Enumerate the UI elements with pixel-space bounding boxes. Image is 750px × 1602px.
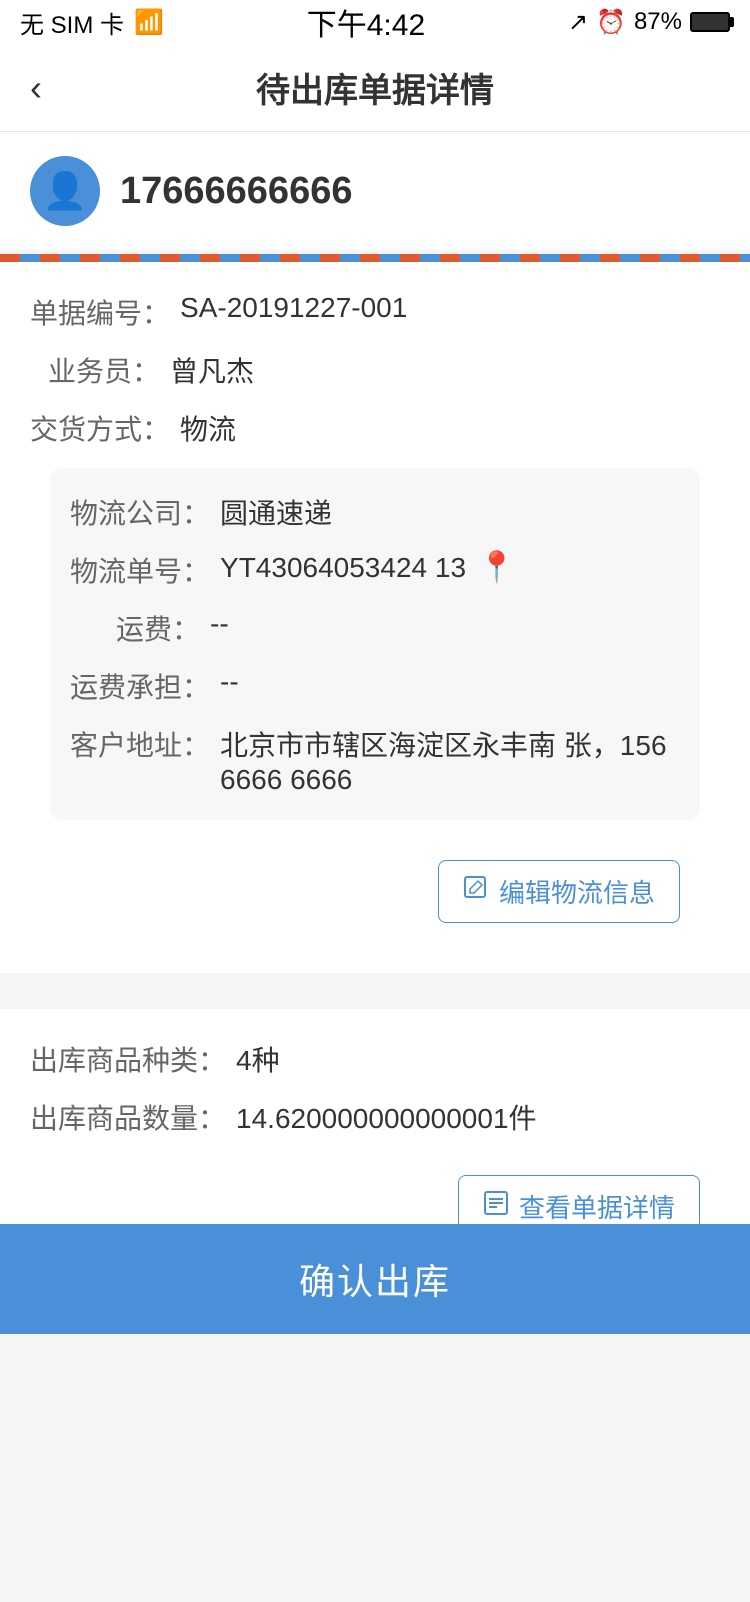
goods-category-label: 出库商品种类： [30, 1039, 226, 1079]
goods-quantity-value: 14.620000000000001件 [236, 1097, 537, 1137]
alarm-icon: ⏰ [596, 8, 626, 37]
delivery-type-row: 交货方式： 物流 [30, 408, 720, 448]
avatar-icon: 👤 [43, 170, 88, 212]
edit-logistics-btn-wrapper: 编辑物流信息 [30, 820, 720, 943]
view-detail-label: 查看单据详情 [519, 1188, 675, 1225]
goods-quantity-row: 出库商品数量： 14.620000000000001件 [30, 1097, 720, 1137]
status-bar: 无 SIM 卡 📶 下午4:42 ↗ ⏰ 87% [0, 0, 750, 44]
freight-bearer-value: -- [220, 666, 680, 698]
freight-bearer-label: 运费承担： [70, 666, 210, 706]
order-info-section: 单据编号： SA-20191227-001 业务员： 曾凡杰 交货方式： 物流 … [0, 262, 750, 973]
delivery-type-label: 交货方式： [30, 408, 170, 448]
freight-bearer-row: 运费承担： -- [70, 666, 680, 706]
bottom-bar[interactable]: 确认出库 [0, 1224, 750, 1334]
edit-logistics-button[interactable]: 编辑物流信息 [438, 860, 680, 923]
status-time: 下午4:42 [307, 0, 425, 44]
logistics-company-value: 圆通速递 [220, 492, 680, 532]
detail-icon [483, 1190, 509, 1223]
edit-icon [463, 875, 489, 908]
customer-phone: 17666666666 [120, 170, 352, 213]
goods-category-row: 出库商品种类： 4种 [30, 1039, 720, 1079]
address-row: 客户地址： 北京市市辖区海淀区永丰南 张，156 6666 6666 [70, 724, 680, 796]
tracking-no-row: 物流单号： YT43064053424 13 📍 [70, 550, 680, 590]
status-left: 无 SIM 卡 📶 [20, 5, 164, 40]
edit-logistics-label: 编辑物流信息 [499, 873, 655, 910]
wifi-icon: 📶 [134, 8, 164, 37]
order-no-row: 单据编号： SA-20191227-001 [30, 292, 720, 332]
status-right: ↗ ⏰ 87% [568, 8, 730, 37]
freight-value: -- [210, 608, 680, 640]
freight-row: 运费： -- [70, 608, 680, 648]
salesman-value: 曾凡杰 [170, 350, 720, 390]
customer-section: 👤 17666666666 [0, 132, 750, 250]
order-no-label: 单据编号： [30, 292, 170, 332]
delivery-type-value: 物流 [180, 408, 720, 448]
map-pin-icon[interactable]: 📍 [478, 550, 515, 585]
logistics-company-label: 物流公司： [70, 492, 210, 532]
page-title: 待出库单据详情 [256, 63, 494, 112]
goods-quantity-label: 出库商品数量： [30, 1097, 226, 1137]
address-value: 北京市市辖区海淀区永丰南 张，156 6666 6666 [220, 724, 680, 796]
tracking-no-value: YT43064053424 13 📍 [220, 550, 680, 585]
logistics-company-row: 物流公司： 圆通速递 [70, 492, 680, 532]
main-content: 👤 17666666666 单据编号： SA-20191227-001 业务员：… [0, 132, 750, 1602]
section-divider [0, 977, 750, 993]
freight-label: 运费： [70, 608, 200, 648]
salesman-label: 业务员： [30, 350, 160, 390]
address-label: 客户地址： [70, 724, 210, 764]
salesman-row: 业务员： 曾凡杰 [30, 350, 720, 390]
logistics-box: 物流公司： 圆通速递 物流单号： YT43064053424 13 📍 运费： … [50, 468, 700, 820]
avatar: 👤 [30, 156, 100, 226]
confirm-button[interactable]: 确认出库 [299, 1253, 451, 1305]
battery-label: 87% [634, 8, 682, 36]
order-no-value: SA-20191227-001 [180, 292, 720, 324]
back-button[interactable]: ‹ [30, 67, 42, 109]
goods-category-value: 4种 [236, 1039, 280, 1079]
tracking-no-text: YT43064053424 13 [220, 552, 466, 584]
nav-bar: ‹ 待出库单据详情 [0, 44, 750, 132]
dashed-separator [0, 254, 750, 262]
tracking-no-label: 物流单号： [70, 550, 210, 590]
battery-icon [690, 12, 730, 32]
carrier-label: 无 SIM 卡 [20, 5, 124, 40]
location-status-icon: ↗ [568, 8, 588, 37]
